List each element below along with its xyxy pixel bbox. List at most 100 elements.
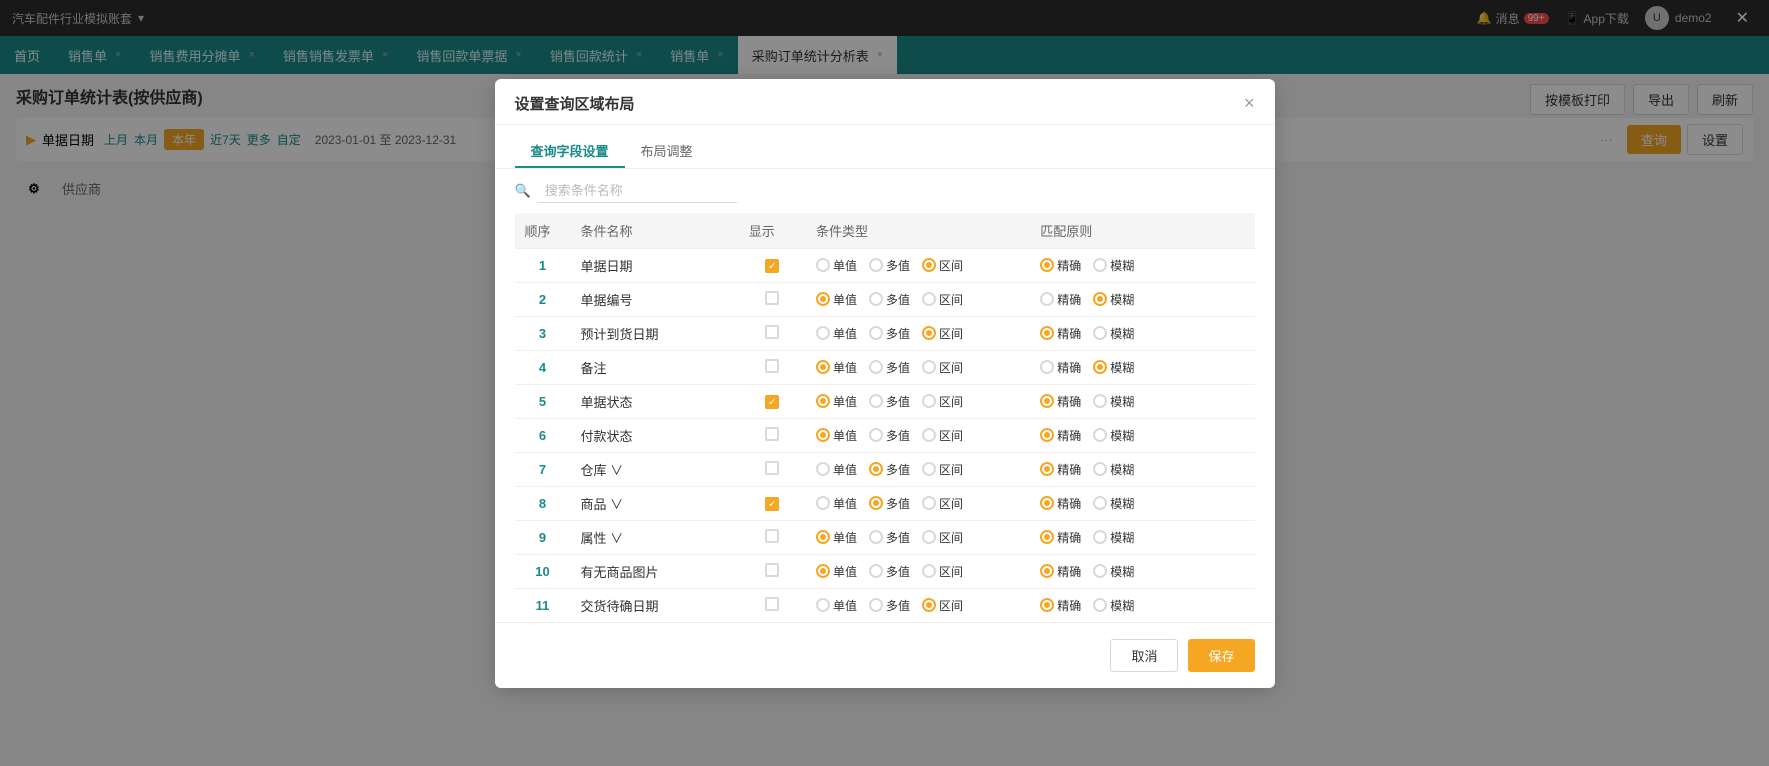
type-option[interactable]: 区间 xyxy=(922,597,963,614)
radio-btn[interactable] xyxy=(869,564,883,578)
radio-btn[interactable] xyxy=(816,462,830,476)
radio-btn[interactable] xyxy=(922,292,936,306)
radio-btn[interactable] xyxy=(1093,394,1107,408)
type-option[interactable]: 区间 xyxy=(922,359,963,376)
match-option[interactable]: 精确 xyxy=(1040,529,1081,546)
radio-btn[interactable] xyxy=(1040,428,1054,442)
match-option[interactable]: 模糊 xyxy=(1093,495,1134,512)
match-option[interactable]: 精确 xyxy=(1040,495,1081,512)
radio-btn[interactable] xyxy=(922,496,936,510)
type-option[interactable]: 多值 xyxy=(869,597,910,614)
radio-btn[interactable] xyxy=(869,598,883,612)
radio-btn[interactable] xyxy=(816,530,830,544)
type-option[interactable]: 多值 xyxy=(869,359,910,376)
match-option[interactable]: 精确 xyxy=(1040,461,1081,478)
type-option[interactable]: 区间 xyxy=(922,427,963,444)
radio-btn[interactable] xyxy=(1040,326,1054,340)
tab-query-fields[interactable]: 查询字段设置 xyxy=(515,135,625,168)
type-option[interactable]: 多值 xyxy=(869,427,910,444)
type-option[interactable]: 单值 xyxy=(816,359,857,376)
display-checkbox[interactable]: ✓ xyxy=(765,259,779,273)
radio-btn[interactable] xyxy=(869,258,883,272)
type-option[interactable]: 单值 xyxy=(816,393,857,410)
radio-btn[interactable] xyxy=(816,564,830,578)
type-option[interactable]: 多值 xyxy=(869,393,910,410)
radio-btn[interactable] xyxy=(1093,598,1107,612)
radio-btn[interactable] xyxy=(1040,598,1054,612)
type-option[interactable]: 区间 xyxy=(922,461,963,478)
radio-btn[interactable] xyxy=(1040,258,1054,272)
radio-btn[interactable] xyxy=(1040,496,1054,510)
type-option[interactable]: 单值 xyxy=(816,563,857,580)
type-option[interactable]: 单值 xyxy=(816,257,857,274)
radio-btn[interactable] xyxy=(1093,496,1107,510)
radio-btn[interactable] xyxy=(1093,564,1107,578)
match-option[interactable]: 模糊 xyxy=(1093,359,1134,376)
radio-btn[interactable] xyxy=(869,462,883,476)
radio-btn[interactable] xyxy=(816,326,830,340)
display-checkbox[interactable] xyxy=(765,325,779,339)
type-option[interactable]: 区间 xyxy=(922,563,963,580)
radio-btn[interactable] xyxy=(1093,326,1107,340)
radio-btn[interactable] xyxy=(1093,258,1107,272)
radio-btn[interactable] xyxy=(1040,360,1054,374)
radio-btn[interactable] xyxy=(1040,530,1054,544)
radio-btn[interactable] xyxy=(1093,292,1107,306)
radio-btn[interactable] xyxy=(922,530,936,544)
type-option[interactable]: 区间 xyxy=(922,291,963,308)
radio-btn[interactable] xyxy=(922,462,936,476)
type-option[interactable]: 多值 xyxy=(869,325,910,342)
radio-btn[interactable] xyxy=(922,598,936,612)
modal-close-button[interactable]: × xyxy=(1244,94,1255,112)
display-checkbox[interactable] xyxy=(765,359,779,373)
match-option[interactable]: 模糊 xyxy=(1093,257,1134,274)
row-display[interactable] xyxy=(739,418,806,452)
match-option[interactable]: 模糊 xyxy=(1093,291,1134,308)
row-display[interactable] xyxy=(739,520,806,554)
match-option[interactable]: 精确 xyxy=(1040,563,1081,580)
radio-btn[interactable] xyxy=(1093,462,1107,476)
type-option[interactable]: 单值 xyxy=(816,291,857,308)
radio-btn[interactable] xyxy=(869,496,883,510)
match-option[interactable]: 精确 xyxy=(1040,257,1081,274)
radio-btn[interactable] xyxy=(869,530,883,544)
radio-btn[interactable] xyxy=(1093,360,1107,374)
display-checkbox[interactable] xyxy=(765,563,779,577)
type-option[interactable]: 多值 xyxy=(869,257,910,274)
radio-btn[interactable] xyxy=(922,394,936,408)
radio-btn[interactable] xyxy=(922,258,936,272)
type-option[interactable]: 区间 xyxy=(922,393,963,410)
display-checkbox[interactable] xyxy=(765,427,779,441)
type-option[interactable]: 单值 xyxy=(816,597,857,614)
tab-layout-adjust[interactable]: 布局调整 xyxy=(625,135,709,168)
display-checkbox[interactable] xyxy=(765,291,779,305)
display-checkbox[interactable] xyxy=(765,597,779,611)
match-option[interactable]: 模糊 xyxy=(1093,325,1134,342)
cancel-button[interactable]: 取消 xyxy=(1110,639,1178,672)
radio-btn[interactable] xyxy=(1040,564,1054,578)
display-checkbox[interactable]: ✓ xyxy=(765,497,779,511)
radio-btn[interactable] xyxy=(869,394,883,408)
search-input[interactable] xyxy=(537,179,737,203)
match-option[interactable]: 模糊 xyxy=(1093,563,1134,580)
type-option[interactable]: 区间 xyxy=(922,257,963,274)
row-display[interactable]: ✓ xyxy=(739,486,806,520)
type-option[interactable]: 多值 xyxy=(869,529,910,546)
match-option[interactable]: 精确 xyxy=(1040,393,1081,410)
save-button[interactable]: 保存 xyxy=(1188,639,1254,672)
display-checkbox[interactable] xyxy=(765,461,779,475)
radio-btn[interactable] xyxy=(816,258,830,272)
radio-btn[interactable] xyxy=(816,598,830,612)
match-option[interactable]: 模糊 xyxy=(1093,461,1134,478)
row-display[interactable]: ✓ xyxy=(739,384,806,418)
type-option[interactable]: 单值 xyxy=(816,427,857,444)
radio-btn[interactable] xyxy=(869,292,883,306)
radio-btn[interactable] xyxy=(1040,292,1054,306)
match-option[interactable]: 模糊 xyxy=(1093,597,1134,614)
radio-btn[interactable] xyxy=(869,428,883,442)
radio-btn[interactable] xyxy=(922,360,936,374)
type-option[interactable]: 多值 xyxy=(869,495,910,512)
type-option[interactable]: 多值 xyxy=(869,291,910,308)
match-option[interactable]: 模糊 xyxy=(1093,529,1134,546)
match-option[interactable]: 模糊 xyxy=(1093,427,1134,444)
